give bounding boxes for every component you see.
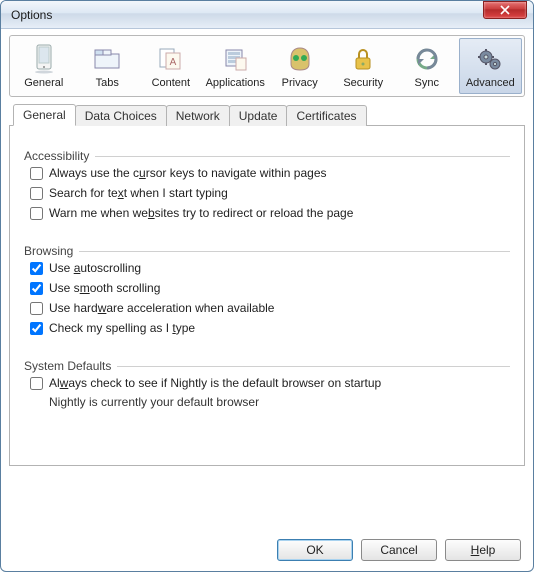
tab-data-choices[interactable]: Data Choices <box>75 105 167 126</box>
option-cursor-keys: Always use the cursor keys to navigate w… <box>24 163 510 183</box>
group-system-defaults: System Defaults Always check to see if N… <box>24 350 510 417</box>
cancel-button[interactable]: Cancel <box>361 539 437 561</box>
checkbox-search-text[interactable] <box>30 187 43 200</box>
category-advanced[interactable]: Advanced <box>459 38 523 94</box>
option-hardware-accel: Use hardware acceleration when available <box>24 298 510 318</box>
option-label[interactable]: Use hardware acceleration when available <box>49 301 274 315</box>
option-label[interactable]: Search for text when I start typing <box>49 186 228 200</box>
group-browsing: Browsing Use autoscrolling Use smooth sc… <box>24 235 510 350</box>
category-label: Advanced <box>462 77 520 89</box>
option-search-text: Search for text when I start typing <box>24 183 510 203</box>
category-toolbar: General Tabs A Content Applications Priv… <box>9 35 525 97</box>
checkbox-cursor-keys[interactable] <box>30 167 43 180</box>
option-label[interactable]: Use smooth scrolling <box>49 281 160 295</box>
applications-icon <box>206 43 265 75</box>
category-label: Security <box>334 77 392 89</box>
option-label[interactable]: Always use the cursor keys to navigate w… <box>49 166 327 180</box>
category-label: Privacy <box>271 77 329 89</box>
ok-button[interactable]: OK <box>277 539 353 561</box>
category-label: Sync <box>398 77 456 89</box>
category-general[interactable]: General <box>12 38 76 94</box>
titlebar: Options <box>1 1 533 29</box>
privacy-icon <box>271 43 329 75</box>
option-autoscrolling: Use autoscrolling <box>24 258 510 278</box>
svg-text:A: A <box>169 57 176 68</box>
security-icon <box>334 43 392 75</box>
sync-icon <box>398 43 456 75</box>
close-button[interactable] <box>483 1 527 19</box>
window-title: Options <box>11 8 483 22</box>
tabs-icon <box>79 43 137 75</box>
tab-panel-general: Accessibility Always use the cursor keys… <box>9 126 525 466</box>
group-title: System Defaults <box>24 359 117 375</box>
option-label[interactable]: Use autoscrolling <box>49 261 141 275</box>
close-icon <box>500 5 510 15</box>
category-content[interactable]: A Content <box>139 38 203 94</box>
group-title: Browsing <box>24 244 79 260</box>
tab-update[interactable]: Update <box>229 105 288 126</box>
content-icon: A <box>142 43 200 75</box>
category-security[interactable]: Security <box>331 38 395 94</box>
option-smooth-scrolling: Use smooth scrolling <box>24 278 510 298</box>
checkbox-smooth-scrolling[interactable] <box>30 282 43 295</box>
option-label[interactable]: Warn me when websites try to redirect or… <box>49 206 353 220</box>
category-label: General <box>15 77 73 89</box>
option-warn-redirect: Warn me when websites try to redirect or… <box>24 203 510 223</box>
help-button[interactable]: Help <box>445 539 521 561</box>
category-sync[interactable]: Sync <box>395 38 459 94</box>
category-label: Tabs <box>79 77 137 89</box>
content-area: General Tabs A Content Applications Priv… <box>1 29 533 474</box>
tab-network[interactable]: Network <box>166 105 230 126</box>
category-privacy[interactable]: Privacy <box>268 38 332 94</box>
subtabs: General Data Choices Network Update Cert… <box>9 103 525 126</box>
advanced-icon <box>462 43 520 75</box>
tab-general[interactable]: General <box>13 104 76 126</box>
category-tabs[interactable]: Tabs <box>76 38 140 94</box>
group-title: Accessibility <box>24 149 95 165</box>
option-label[interactable]: Check my spelling as I type <box>49 321 195 335</box>
checkbox-hardware-accel[interactable] <box>30 302 43 315</box>
checkbox-autoscrolling[interactable] <box>30 262 43 275</box>
option-default-browser-check: Always check to see if Nightly is the de… <box>24 373 510 393</box>
tab-certificates[interactable]: Certificates <box>286 105 366 126</box>
general-icon <box>15 43 73 75</box>
dialog-buttons: OK Cancel Help <box>277 539 521 561</box>
checkbox-warn-redirect[interactable] <box>30 207 43 220</box>
category-applications[interactable]: Applications <box>203 38 268 94</box>
option-spell-check: Check my spelling as I type <box>24 318 510 338</box>
category-label: Content <box>142 77 200 89</box>
group-accessibility: Accessibility Always use the cursor keys… <box>24 140 510 235</box>
checkbox-spell-check[interactable] <box>30 322 43 335</box>
default-browser-status: Nightly is currently your default browse… <box>24 395 510 409</box>
option-label[interactable]: Always check to see if Nightly is the de… <box>49 376 381 390</box>
category-label: Applications <box>206 77 265 89</box>
checkbox-default-browser-check[interactable] <box>30 377 43 390</box>
